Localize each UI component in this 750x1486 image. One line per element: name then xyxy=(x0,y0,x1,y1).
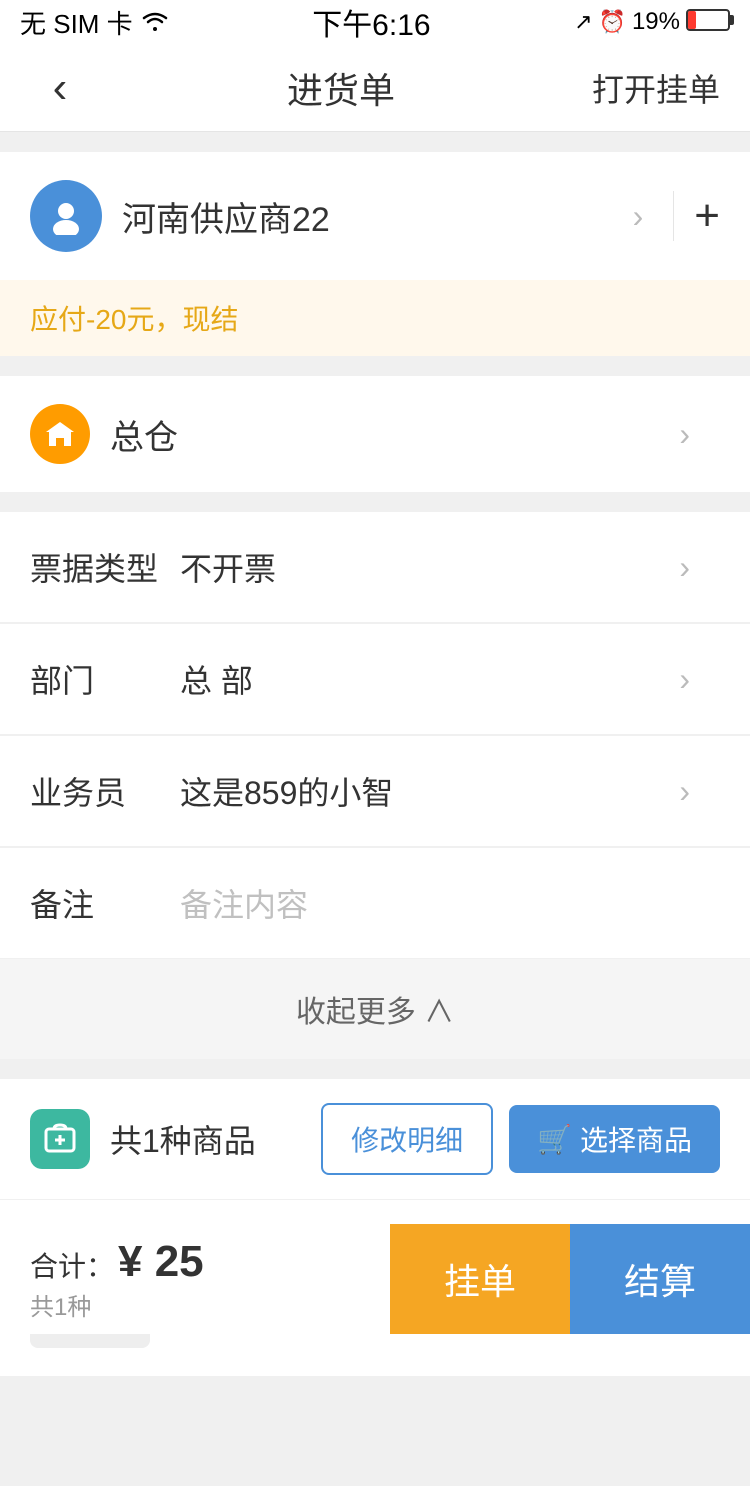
settle-label: 结算 xyxy=(624,1253,696,1305)
department-value: 总 部 xyxy=(160,656,679,702)
warehouse-icon xyxy=(30,404,90,464)
warehouse-section: 总仓 › xyxy=(0,376,750,492)
bill-type-chevron-icon: › xyxy=(679,549,690,586)
footer: 合计： ¥ 25 共1种 挂单 结算 xyxy=(0,1224,750,1334)
status-right: ↗ ⏰ 19% xyxy=(574,8,730,36)
salesperson-value: 这是859的小智 xyxy=(160,768,679,814)
page-title: 进货单 xyxy=(287,62,395,114)
section-gap-4 xyxy=(0,1059,750,1079)
section-gap-1 xyxy=(0,132,750,152)
product-count: 共1种商品 xyxy=(110,1116,321,1162)
department-label: 部门 xyxy=(30,656,160,702)
cart-icon: 🛒 xyxy=(537,1123,572,1156)
battery-percent: 19% xyxy=(632,8,680,36)
nav-bar: ‹ 进货单 打开挂单 xyxy=(0,44,750,132)
footer-total-section: 合计： ¥ 25 共1种 xyxy=(0,1224,390,1334)
warehouse-name: 总仓 xyxy=(110,410,679,459)
hang-label: 挂单 xyxy=(444,1253,516,1305)
status-time: 下午6:16 xyxy=(312,0,430,44)
section-gap-2 xyxy=(0,356,750,376)
battery-icon xyxy=(686,8,730,36)
salesperson-chevron-icon: › xyxy=(679,773,690,810)
bill-type-row[interactable]: 票据类型 不开票 › xyxy=(0,512,750,623)
add-supplier-button[interactable]: + xyxy=(673,191,720,241)
select-product-label: 选择商品 xyxy=(580,1119,692,1159)
select-product-button[interactable]: 🛒 选择商品 xyxy=(509,1105,720,1173)
settle-button[interactable]: 结算 xyxy=(570,1224,750,1334)
hang-button[interactable]: 挂单 xyxy=(390,1224,570,1334)
salesperson-row[interactable]: 业务员 这是859的小智 › xyxy=(0,736,750,847)
status-bar: 无 SIM 卡 下午6:16 ↗ ⏰ 19% xyxy=(0,0,750,44)
status-left: 无 SIM 卡 xyxy=(20,4,169,41)
remark-input[interactable]: 备注内容 xyxy=(160,880,720,926)
collapse-more-button[interactable]: 收起更多 ∧ xyxy=(0,959,750,1059)
location-icon: ↗ xyxy=(574,9,592,35)
footer-total-amount: ¥ 25 xyxy=(118,1237,204,1287)
product-section-icon xyxy=(30,1109,90,1169)
wifi-icon xyxy=(141,7,169,38)
supplier-notice: 应付-20元，现结 xyxy=(0,280,750,356)
supplier-row[interactable]: 河南供应商22 › + xyxy=(0,152,750,280)
bill-type-label: 票据类型 xyxy=(30,544,160,590)
product-header: 共1种商品 修改明细 🛒 选择商品 xyxy=(0,1079,750,1199)
remark-label: 备注 xyxy=(30,880,160,926)
warehouse-row[interactable]: 总仓 › xyxy=(0,376,750,492)
edit-detail-button[interactable]: 修改明细 xyxy=(321,1103,493,1175)
alarm-icon: ⏰ xyxy=(599,9,626,35)
department-row[interactable]: 部门 总 部 › xyxy=(0,624,750,735)
footer-spacer xyxy=(0,1376,750,1486)
supplier-avatar xyxy=(30,180,102,252)
supplier-section: 河南供应商22 › + 应付-20元，现结 xyxy=(0,152,750,356)
supplier-name: 河南供应商22 xyxy=(122,192,633,241)
footer-total-label: 合计： xyxy=(30,1245,114,1285)
bill-type-value: 不开票 xyxy=(160,544,679,590)
footer-total-sub: 共1种 xyxy=(30,1287,360,1322)
warehouse-chevron-icon: › xyxy=(679,416,690,453)
open-hang-button[interactable]: 打开挂单 xyxy=(592,65,720,111)
remark-row[interactable]: 备注 备注内容 xyxy=(0,848,750,959)
form-section: 票据类型 不开票 › 部门 总 部 › 业务员 这是859的小智 › 备注 备注… xyxy=(0,512,750,959)
department-chevron-icon: › xyxy=(679,661,690,698)
supplier-chevron-icon: › xyxy=(633,198,644,235)
back-button[interactable]: ‹ xyxy=(30,63,90,113)
salesperson-label: 业务员 xyxy=(30,768,160,814)
carrier-label: 无 SIM 卡 xyxy=(20,4,133,41)
section-gap-3 xyxy=(0,492,750,512)
